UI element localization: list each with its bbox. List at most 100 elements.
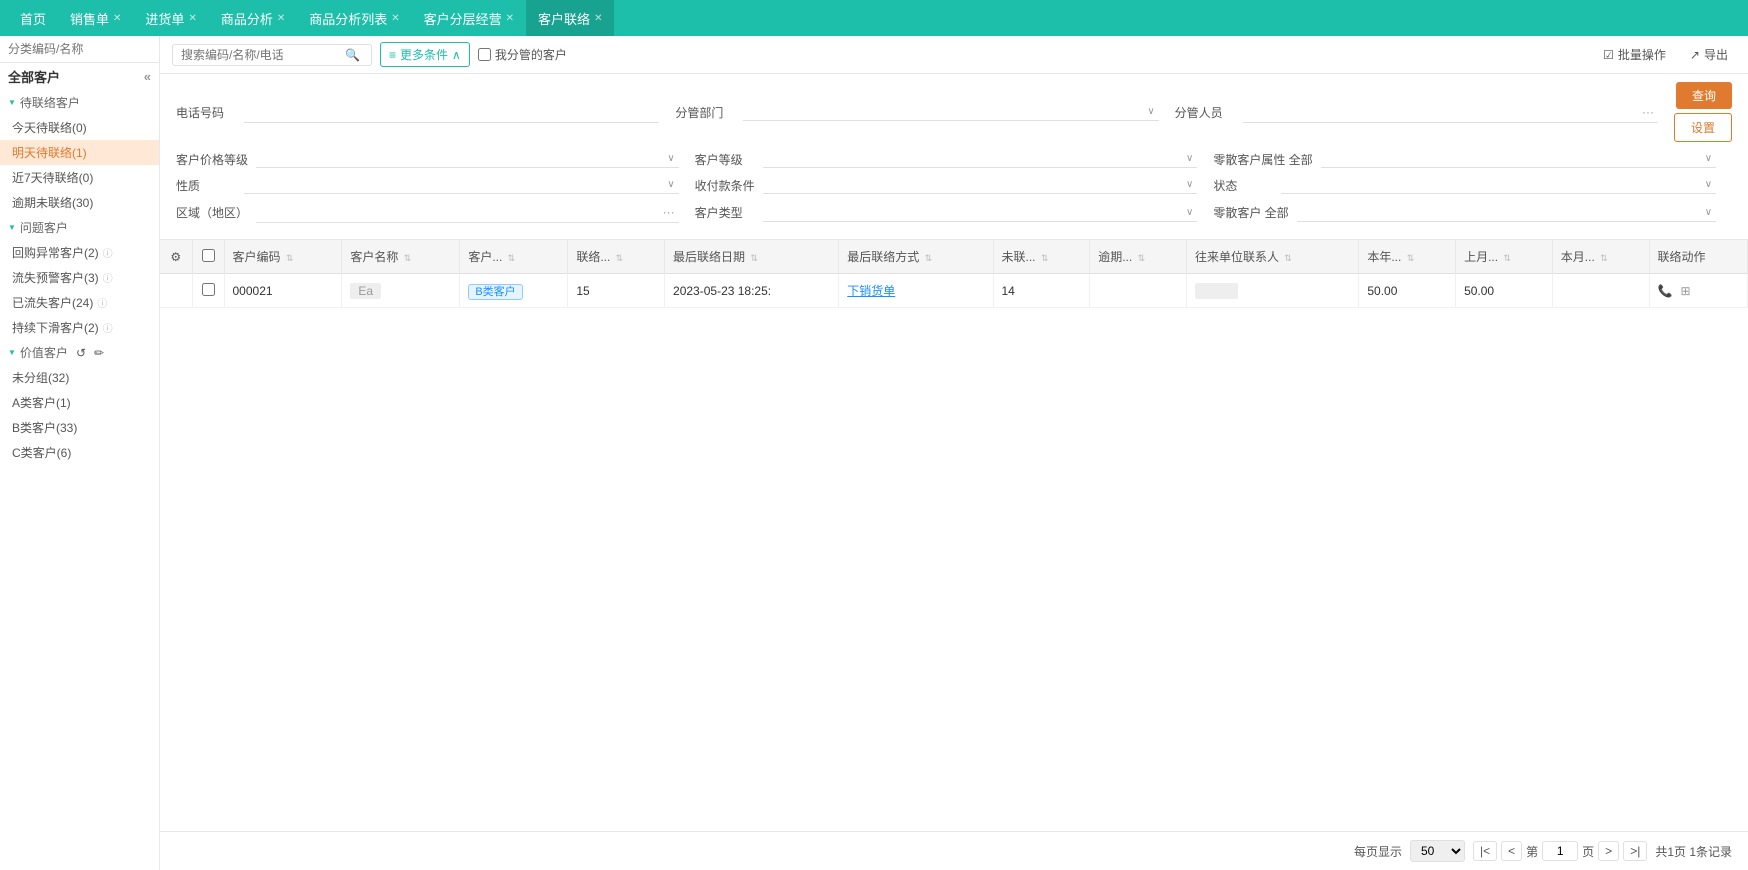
row-checkbox[interactable]	[202, 283, 215, 296]
th-contact[interactable]: 联络... ⇅	[568, 240, 665, 274]
action-grid-icon[interactable]: ⊞	[1680, 284, 1690, 298]
action-phone-icon[interactable]: 📞	[1658, 284, 1673, 298]
my-customers-check[interactable]	[478, 48, 491, 61]
batch-ops-btn[interactable]: ☑ 批量操作	[1595, 43, 1674, 66]
select-all-checkbox[interactable]	[202, 249, 215, 262]
sidebar-all-customers[interactable]: 全部客户 «	[0, 63, 159, 90]
sidebar-item-churned[interactable]: 已流失客户(24) ⓘ	[0, 290, 159, 315]
filter-select-nature[interactable]: ∨	[244, 176, 679, 194]
chevron-down-icon-status: ∨	[1705, 179, 1712, 190]
filter-input-phone[interactable]	[244, 102, 659, 123]
th-overdue[interactable]: 逾期... ⇅	[1090, 240, 1187, 274]
sidebar-collapse-icon[interactable]: «	[144, 69, 151, 84]
sort-icon-year: ⇅	[1407, 253, 1415, 263]
th-this-month[interactable]: 本月... ⇅	[1552, 240, 1649, 274]
nav-customer-tier[interactable]: 客户分层经营 ✕	[412, 0, 526, 36]
nav-close-analysis-table[interactable]: ✕	[391, 13, 399, 24]
sidebar-item-declining[interactable]: 持续下滑客户(2) ⓘ	[0, 315, 159, 340]
sort-icon-this-month: ⇅	[1600, 253, 1608, 263]
sidebar-item-overdue-pending[interactable]: 逾期未联络(30)	[0, 190, 159, 215]
filter-select-cust-type[interactable]: ∨	[763, 204, 1198, 222]
sort-icon-method: ⇅	[925, 253, 933, 263]
sidebar-item-class-c[interactable]: C类客户(6)	[0, 440, 159, 465]
refresh-icon[interactable]: ↺	[76, 346, 86, 360]
query-btn[interactable]: 查询	[1676, 82, 1732, 109]
filter-label-price-grade: 客户价格等级	[176, 151, 248, 168]
filter-label-region: 区域（地区）	[176, 204, 248, 221]
sidebar-item-churn-warning[interactable]: 流失预警客户(3) ⓘ	[0, 265, 159, 290]
filter-row-1: 电话号码 分管部门 ∨ 分管人员 ···	[176, 82, 1732, 142]
info-icon-2[interactable]: ⓘ	[103, 270, 113, 285]
my-customers-checkbox[interactable]: 我分管的客户	[478, 46, 567, 63]
th-uncontacted[interactable]: 未联... ⇅	[993, 240, 1090, 274]
nav-sales[interactable]: 销售单 ✕	[58, 0, 133, 36]
filter-select-retail-attr[interactable]: ∨	[1321, 150, 1716, 168]
sidebar-item-7days-pending[interactable]: 近7天待联络(0)	[0, 165, 159, 190]
filter-label-retail: 零散客户 全部	[1213, 204, 1288, 221]
filter-select-dept[interactable]: ∨	[743, 103, 1158, 121]
prev-page-btn[interactable]: <	[1501, 841, 1522, 861]
next-page-btn[interactable]: >	[1598, 841, 1619, 861]
filter-search-icon[interactable]: 🔍	[345, 48, 360, 62]
filter-select-region[interactable]: ···	[256, 202, 679, 223]
nav-purchase[interactable]: 进货单 ✕	[133, 0, 208, 36]
nav-home[interactable]: 首页	[8, 0, 58, 36]
filter-select-retail[interactable]: ∨	[1297, 204, 1716, 222]
th-unit-contact[interactable]: 往来单位联系人 ⇅	[1186, 240, 1358, 274]
th-last-month[interactable]: 上月... ⇅	[1456, 240, 1553, 274]
filter-select-cust-grade[interactable]: ∨	[763, 150, 1198, 168]
td-this-year: 50.00	[1359, 274, 1456, 308]
sidebar-item-ungrouped[interactable]: 未分组(32)	[0, 365, 159, 390]
sidebar: 🔍 全部客户 « ▼ 待联络客户 今天待联络(0) 明天待联络(1) 近7天待联…	[0, 36, 160, 870]
page-input[interactable]	[1542, 841, 1578, 861]
filter-cell-status: 状态 ∨	[1213, 176, 1732, 194]
info-icon-1[interactable]: ⓘ	[103, 245, 113, 260]
filter-select-status[interactable]: ∨	[1281, 176, 1716, 194]
last-method-link[interactable]: 下销货单	[847, 284, 895, 298]
filter-select-payment[interactable]: ∨	[763, 176, 1198, 194]
chevron-down-icon-dept: ∨	[1147, 106, 1154, 117]
more-conditions-btn[interactable]: ≡ 更多条件 ∧	[380, 42, 470, 67]
sidebar-item-class-a[interactable]: A类客户(1)	[0, 390, 159, 415]
edit-icon[interactable]: ✏	[94, 346, 104, 360]
th-name[interactable]: 客户名称 ⇅	[342, 240, 460, 274]
sidebar-item-repurchase-abnormal[interactable]: 回购异常客户(2) ⓘ	[0, 240, 159, 265]
filter-label-nature: 性质	[176, 177, 236, 194]
th-type[interactable]: 客户... ⇅	[460, 240, 568, 274]
th-settings[interactable]: ⚙	[160, 240, 192, 274]
nav-close-customer-tier[interactable]: ✕	[506, 13, 514, 24]
th-this-year[interactable]: 本年... ⇅	[1359, 240, 1456, 274]
filter-select-price-grade[interactable]: ∨	[256, 150, 679, 168]
set-btn[interactable]: 设置	[1674, 113, 1732, 142]
nav-close-analysis[interactable]: ✕	[277, 13, 285, 24]
table-container: ⚙ 客户编码 ⇅ 客户名称 ⇅ 客户... ⇅ 联络... ⇅ 最后联络日期 ⇅…	[160, 240, 1748, 831]
sidebar-item-class-b[interactable]: B类客户(33)	[0, 415, 159, 440]
export-btn[interactable]: ↗ 导出	[1682, 43, 1736, 66]
sort-icon-uncontacted: ⇅	[1041, 253, 1049, 263]
sidebar-search-input[interactable]	[8, 42, 160, 56]
td-checkbox[interactable]	[192, 274, 224, 308]
th-last-date[interactable]: 最后联络日期 ⇅	[665, 240, 839, 274]
triangle-icon: ▼	[8, 98, 16, 107]
filter-search-input[interactable]	[181, 48, 341, 62]
info-icon-3[interactable]: ⓘ	[97, 295, 107, 310]
first-page-btn[interactable]: |<	[1473, 841, 1497, 861]
td-last-date: 2023-05-23 18:25:	[665, 274, 839, 308]
nav-analysis-table[interactable]: 商品分析列表 ✕	[297, 0, 411, 36]
nav-close-purchase[interactable]: ✕	[188, 13, 196, 24]
last-page-btn[interactable]: >|	[1623, 841, 1647, 861]
sidebar-item-tomorrow-pending[interactable]: 明天待联络(1)	[0, 140, 159, 165]
filter-select-person[interactable]: ···	[1243, 102, 1658, 123]
nav-close-sales[interactable]: ✕	[113, 13, 121, 24]
nav-analysis[interactable]: 商品分析 ✕	[209, 0, 297, 36]
nav-customer-contact[interactable]: 客户联络 ✕	[526, 0, 614, 36]
nav-close-customer-contact[interactable]: ✕	[594, 13, 602, 24]
td-last-month: 50.00	[1456, 274, 1553, 308]
table-row: 000021 Ea B类客户 15 2023-05-23 18:25: 下销货单…	[160, 274, 1748, 308]
th-code[interactable]: 客户编码 ⇅	[224, 240, 342, 274]
info-icon-4[interactable]: ⓘ	[103, 320, 113, 335]
per-page-select[interactable]: 50 100 200	[1410, 840, 1465, 862]
sidebar-item-today-pending[interactable]: 今天待联络(0)	[0, 115, 159, 140]
th-last-method[interactable]: 最后联络方式 ⇅	[839, 240, 993, 274]
th-checkbox[interactable]	[192, 240, 224, 274]
